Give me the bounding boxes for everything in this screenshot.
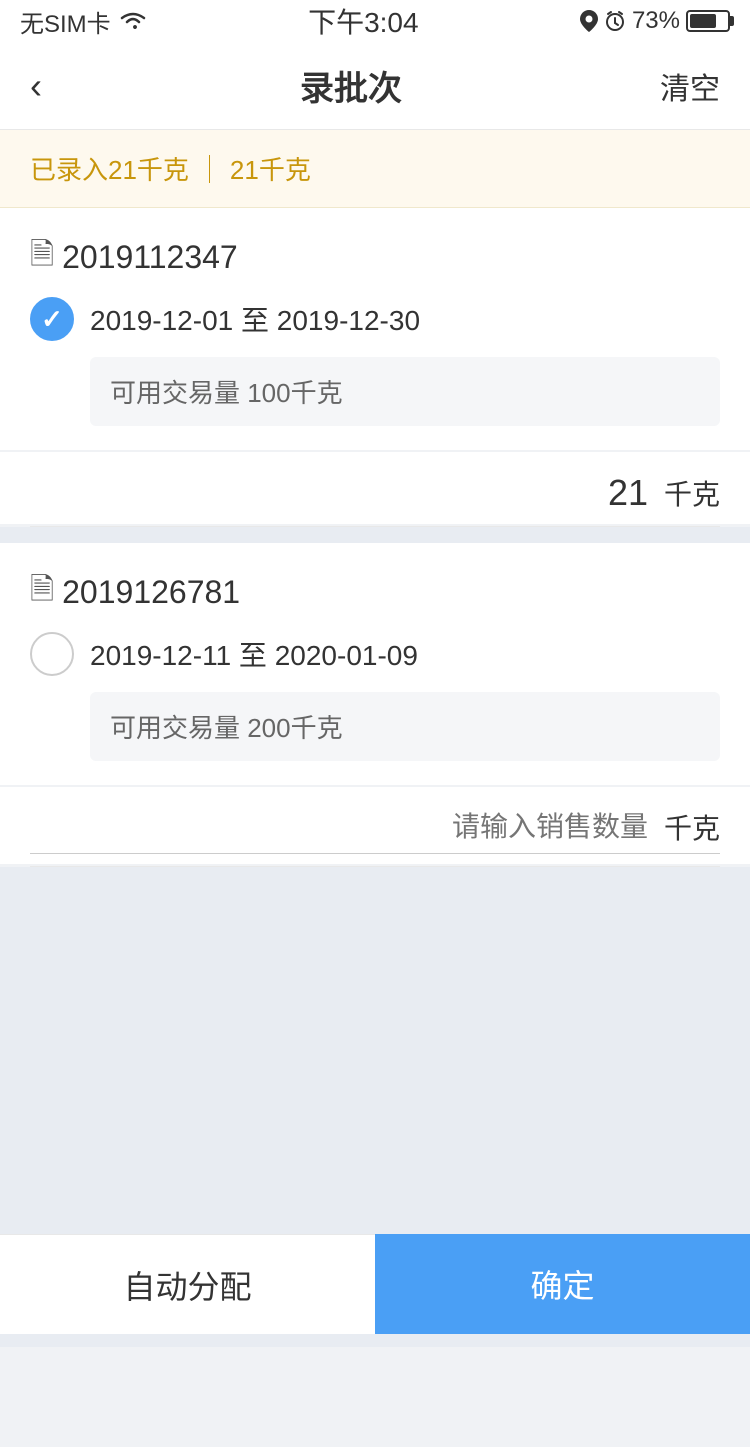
batch-header-2: 🗎 2019126781 xyxy=(30,567,720,618)
batch-item-1: 🗎 2019112347 2019-12-01 至 2019-12-30 可用交… xyxy=(0,208,750,450)
batch-id-text-2: 2019126781 xyxy=(62,574,240,611)
status-left: 无SIM卡 xyxy=(20,4,147,39)
batch-id-icon-1: 🗎 xyxy=(30,232,54,283)
quantity-row-1: 21 千克 xyxy=(0,452,750,524)
auto-distribute-button[interactable]: 自动分配 xyxy=(0,1234,375,1334)
batch-date-row-1: 2019-12-01 至 2019-12-30 xyxy=(30,297,720,341)
status-bar: 无SIM卡 下午3:04 73% xyxy=(0,0,750,42)
info-banner: 已录入21千克 21千克 xyxy=(0,130,750,208)
quantity-input-wrap-1: 21 千克 xyxy=(30,472,720,514)
banner-divider xyxy=(209,155,210,183)
section-gap xyxy=(0,527,750,543)
batch-available-2: 可用交易量 200千克 xyxy=(90,692,720,761)
battery-percent: 73% xyxy=(632,7,680,35)
confirm-button[interactable]: 确定 xyxy=(375,1234,750,1334)
quantity-unit-2: 千克 xyxy=(664,807,720,847)
batch-radio-2[interactable] xyxy=(30,632,74,676)
clear-button[interactable]: 清空 xyxy=(660,64,720,108)
back-button[interactable]: ‹ xyxy=(30,65,42,107)
nav-bar: ‹ 录批次 清空 xyxy=(0,42,750,130)
batch-id-icon-2: 🗎 xyxy=(30,567,54,618)
alarm-icon xyxy=(604,10,626,32)
quantity-unit-1: 千克 xyxy=(664,473,720,513)
quantity-input-2[interactable] xyxy=(30,811,648,843)
time-display: 下午3:04 xyxy=(308,1,419,41)
location-icon xyxy=(580,10,598,32)
page-title: 录批次 xyxy=(300,61,402,110)
batch-header-1: 🗎 2019112347 xyxy=(30,232,720,283)
carrier-text: 无SIM卡 xyxy=(20,4,111,39)
quantity-row-2[interactable]: 千克 xyxy=(0,787,750,864)
wifi-icon xyxy=(119,11,147,31)
battery-icon xyxy=(686,10,730,32)
batch-id-text-1: 2019112347 xyxy=(62,239,238,276)
total-amount: 21千克 xyxy=(230,150,311,187)
batch-item-2: 🗎 2019126781 2019-12-11 至 2020-01-09 可用交… xyxy=(0,543,750,785)
batch-date-text-2: 2019-12-11 至 2020-01-09 xyxy=(90,634,418,674)
batch-radio-1[interactable] xyxy=(30,297,74,341)
batch-date-row-2: 2019-12-11 至 2020-01-09 xyxy=(30,632,720,676)
batch-available-1: 可用交易量 100千克 xyxy=(90,357,720,426)
footer: 自动分配 确定 xyxy=(0,1234,750,1334)
quantity-value-1: 21 xyxy=(588,472,648,514)
status-right: 73% xyxy=(580,7,730,35)
recorded-amount: 已录入21千克 xyxy=(30,150,189,187)
batch-date-text-1: 2019-12-01 至 2019-12-30 xyxy=(90,299,420,339)
